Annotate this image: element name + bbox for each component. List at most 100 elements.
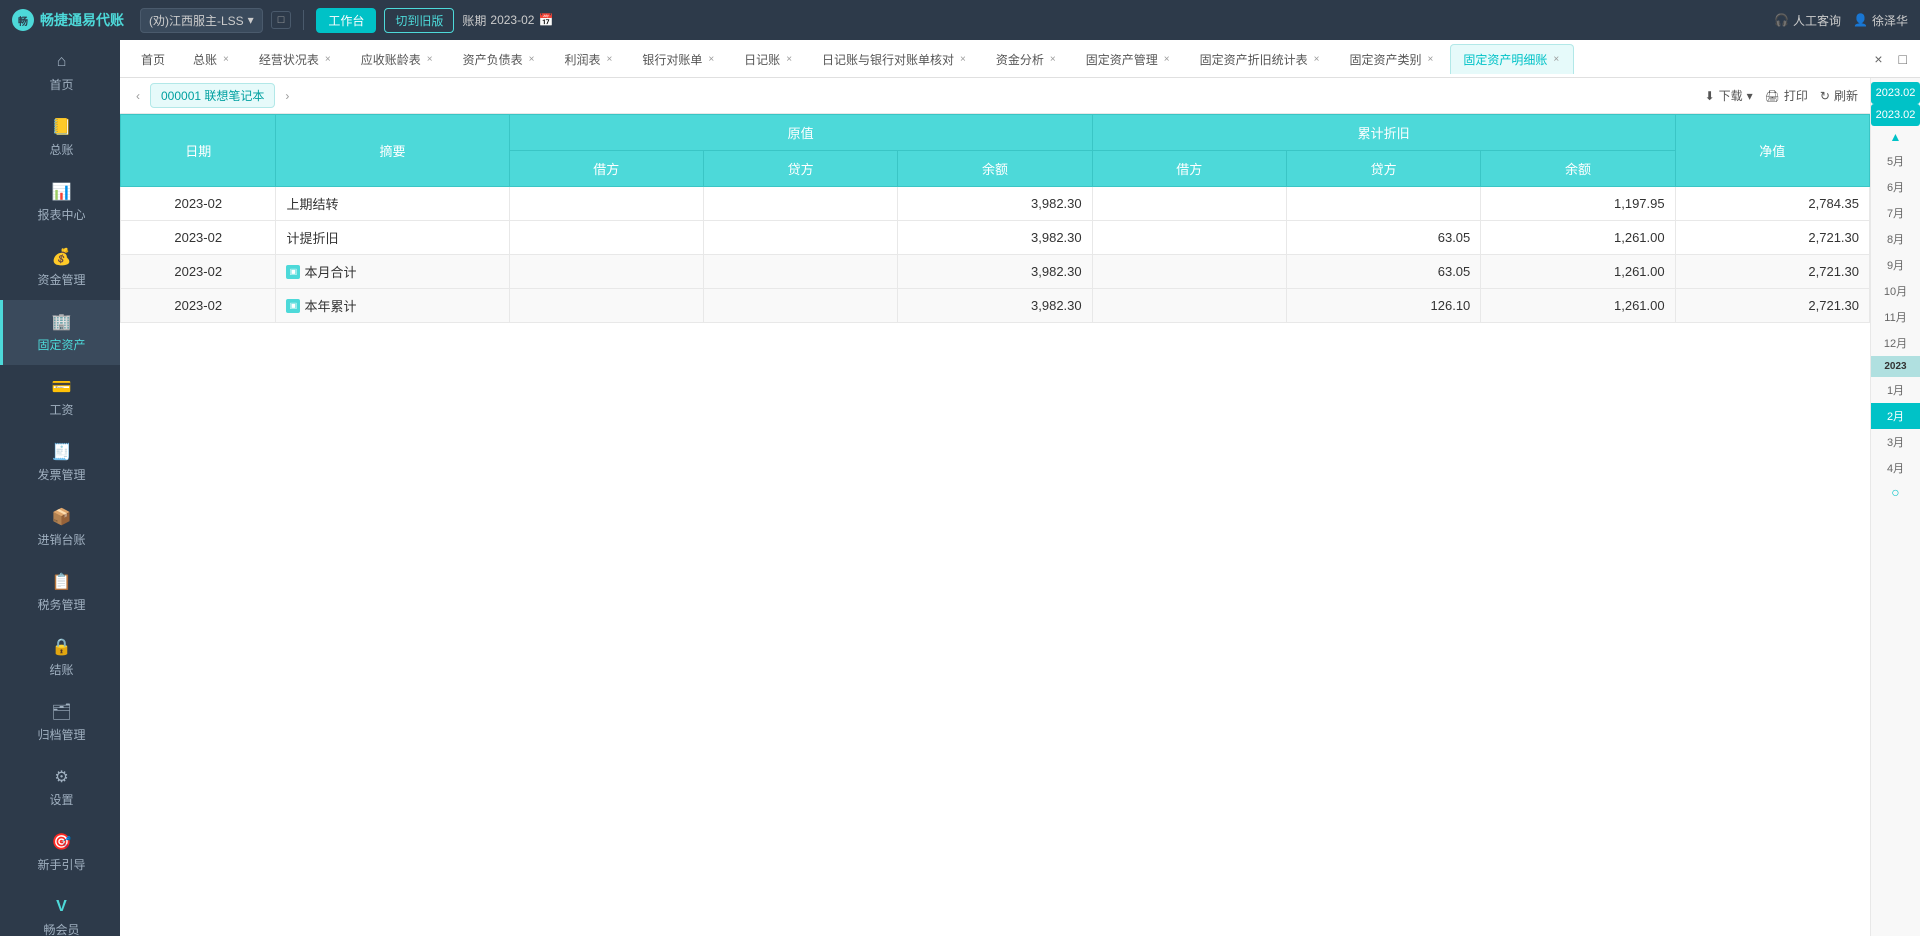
- tab-capital-analysis[interactable]: 资金分析 ×: [983, 44, 1071, 74]
- date-2023-02-top[interactable]: 2023.02: [1871, 82, 1920, 104]
- sidebar-item-settings[interactable]: ⚙ 设置: [0, 755, 120, 820]
- tab-close-fixed-detail[interactable]: ×: [1551, 53, 1561, 66]
- sidebar-item-payroll[interactable]: 💳 工资: [0, 365, 120, 430]
- date-m7[interactable]: 7月: [1871, 200, 1920, 226]
- tab-business[interactable]: 经营状况表 ×: [246, 44, 346, 74]
- refresh-button[interactable]: ↻ 刷新: [1820, 87, 1858, 104]
- download-button[interactable]: ⬇ 下载 ▾: [1705, 87, 1753, 104]
- sidebar-item-fixed-assets[interactable]: 🏢 固定资产: [0, 300, 120, 365]
- cell-accum-debit: [1092, 289, 1286, 323]
- date-y23m1[interactable]: 1月: [1871, 377, 1920, 403]
- tab-home[interactable]: 首页: [128, 44, 178, 74]
- prev-arrow[interactable]: ‹: [132, 87, 144, 105]
- tab-bar-end: × □: [1869, 48, 1912, 70]
- breadcrumb[interactable]: 000001 联想笔记本: [150, 83, 275, 108]
- sidebar-item-home[interactable]: ⌂ 首页: [0, 40, 120, 105]
- tab-label: 固定资产明细账: [1463, 51, 1547, 68]
- user-profile[interactable]: 👤 徐泽华: [1853, 12, 1908, 29]
- sidebar-item-sales[interactable]: 📦 进销台账: [0, 495, 120, 560]
- calendar-icon[interactable]: 📅: [538, 13, 553, 27]
- tab-close-fixed-type[interactable]: ×: [1425, 53, 1435, 66]
- tab-close-all-button[interactable]: ×: [1869, 48, 1887, 70]
- tab-close-capital[interactable]: ×: [1048, 53, 1058, 66]
- date-m10[interactable]: 10月: [1871, 278, 1920, 304]
- tab-journal-bank[interactable]: 日记账与银行对账单核对 ×: [809, 44, 981, 74]
- tab-close-fixed-mgmt[interactable]: ×: [1162, 53, 1172, 66]
- th-orig-credit: 贷方: [703, 151, 897, 187]
- tab-label: 固定资产类别: [1349, 51, 1421, 68]
- cell-note: ▣本月合计: [276, 255, 509, 289]
- date-m8[interactable]: 8月: [1871, 226, 1920, 252]
- cell-orig-balance: 3,982.30: [898, 221, 1092, 255]
- date-y23m3[interactable]: 3月: [1871, 429, 1920, 455]
- tab-close-balance[interactable]: ×: [527, 53, 537, 66]
- sales-icon: 📦: [52, 507, 72, 527]
- sidebar-item-label: 报表中心: [37, 206, 85, 223]
- tab-receivable[interactable]: 应收账龄表 ×: [348, 44, 448, 74]
- date-m5[interactable]: 5月: [1871, 148, 1920, 174]
- tab-close-receivable[interactable]: ×: [425, 53, 435, 66]
- tab-close-profit[interactable]: ×: [604, 53, 614, 66]
- tab-bank-statement[interactable]: 银行对账单 ×: [629, 44, 729, 74]
- date-y23m2-current[interactable]: 2月: [1871, 403, 1920, 429]
- sidebar-item-close-accounts[interactable]: 🔒 结账: [0, 625, 120, 690]
- tab-close-ledger[interactable]: ×: [221, 53, 231, 66]
- period-value: 2023-02: [490, 13, 534, 27]
- tab-balance[interactable]: 资产负债表 ×: [450, 44, 550, 74]
- tab-fixed-mgmt[interactable]: 固定资产管理 ×: [1073, 44, 1185, 74]
- scroll-down-button[interactable]: ○: [1891, 481, 1899, 503]
- logo-icon: 畅: [12, 9, 34, 31]
- date-2023-02-b[interactable]: 2023.02: [1871, 104, 1920, 126]
- sidebar: ⌂ 首页 📒 总账 📊 报表中心 💰 资金管理 🏢 固定资产 💳 工资 🧾 发票…: [0, 40, 120, 936]
- tab-close-bank[interactable]: ×: [706, 53, 716, 66]
- tab-label: 应收账龄表: [361, 51, 421, 68]
- tab-depreciation-stat[interactable]: 固定资产折旧统计表 ×: [1187, 44, 1335, 74]
- chevron-down-icon: ▾: [1747, 89, 1753, 103]
- tab-close-business[interactable]: ×: [323, 53, 333, 66]
- date-m12[interactable]: 12月: [1871, 330, 1920, 356]
- copy-button[interactable]: □: [271, 11, 292, 29]
- workbench-button[interactable]: 工作台: [316, 8, 376, 33]
- scroll-up-arrow[interactable]: ▲: [1890, 126, 1902, 148]
- tab-fixed-type[interactable]: 固定资产类别 ×: [1336, 44, 1448, 74]
- cell-accum-credit: 63.05: [1286, 221, 1480, 255]
- sidebar-item-member[interactable]: V 畅会员: [0, 885, 120, 936]
- date-m6[interactable]: 6月: [1871, 174, 1920, 200]
- reports-icon: 📊: [52, 182, 72, 202]
- tab-journal[interactable]: 日记账 ×: [731, 44, 807, 74]
- tab-label: 日记账: [744, 51, 780, 68]
- tab-close-depr[interactable]: ×: [1312, 53, 1322, 66]
- sidebar-item-archive[interactable]: 🗂 归档管理: [0, 690, 120, 755]
- member-icon: V: [52, 897, 72, 917]
- tab-close-journal[interactable]: ×: [784, 53, 794, 66]
- sidebar-item-capital[interactable]: 💰 资金管理: [0, 235, 120, 300]
- sidebar-item-invoice[interactable]: 🧾 发票管理: [0, 430, 120, 495]
- old-version-button[interactable]: 切到旧版: [384, 8, 454, 33]
- sidebar-item-tax[interactable]: 📋 税务管理: [0, 560, 120, 625]
- tab-label: 固定资产折旧统计表: [1200, 51, 1308, 68]
- sidebar-item-ledger[interactable]: 📒 总账: [0, 105, 120, 170]
- sidebar-item-label: 发票管理: [37, 466, 85, 483]
- sidebar-item-reports[interactable]: 📊 报表中心: [0, 170, 120, 235]
- th-accumulated: 累计折旧: [1092, 115, 1675, 151]
- sidebar-item-guide[interactable]: 🎯 新手引导: [0, 820, 120, 885]
- tab-close-journal-bank[interactable]: ×: [958, 53, 968, 66]
- next-arrow[interactable]: ›: [281, 87, 293, 105]
- support-label: 人工客询: [1793, 12, 1841, 29]
- tab-fixed-detail[interactable]: 固定资产明细账 ×: [1450, 44, 1574, 74]
- cell-orig-credit: [703, 289, 897, 323]
- tab-profit[interactable]: 利润表 ×: [551, 44, 627, 74]
- tab-maximize-button[interactable]: □: [1894, 48, 1912, 70]
- support-button[interactable]: 🎧 人工客询: [1774, 12, 1841, 29]
- print-button[interactable]: 🖨 打印: [1765, 87, 1808, 104]
- tab-bar: 首页 总账 × 经营状况表 × 应收账龄表 × 资产负债表 × 利润表 ×: [120, 40, 1920, 78]
- company-selector[interactable]: (劝)江西服主-LSS ▾: [140, 8, 263, 33]
- tab-ledger[interactable]: 总账 ×: [180, 44, 244, 74]
- sidebar-item-label: 畅会员: [43, 921, 79, 936]
- date-m11[interactable]: 11月: [1871, 304, 1920, 330]
- cell-net-value: 2,721.30: [1675, 255, 1869, 289]
- cell-note: ▣本年累计: [276, 289, 509, 323]
- date-y23m4[interactable]: 4月: [1871, 455, 1920, 481]
- date-m9[interactable]: 9月: [1871, 252, 1920, 278]
- tab-label: 银行对账单: [642, 51, 702, 68]
